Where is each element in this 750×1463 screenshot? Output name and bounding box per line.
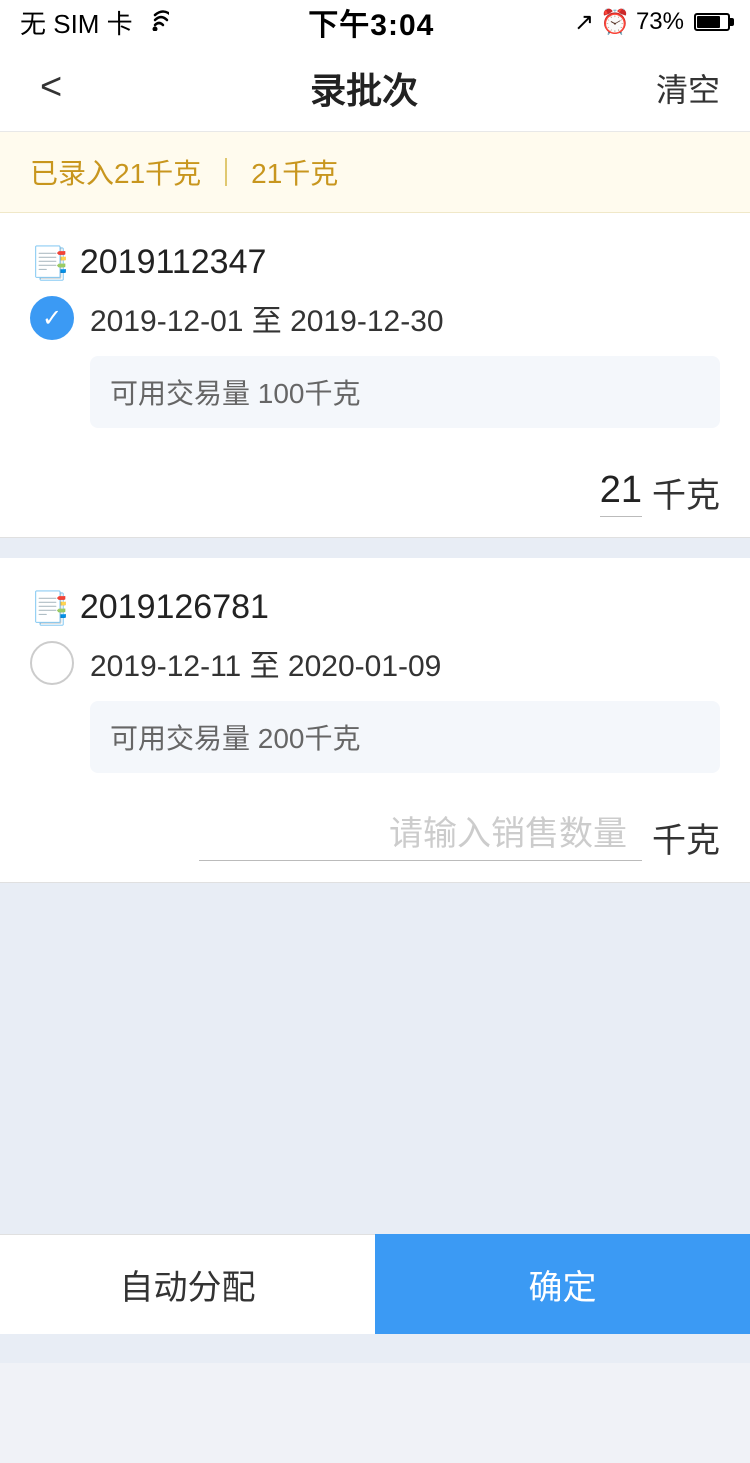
quantity-row-1: 21 千克: [0, 448, 750, 538]
batch-card-1: 📑 2019112347 ✓ 2019-12-01 至 2019-12-30 可…: [0, 213, 750, 448]
alarm-icon: ⏰: [600, 8, 630, 37]
radio-selected-1[interactable]: ✓: [30, 296, 74, 340]
batch-date-1: 2019-12-01 至 2019-12-30: [90, 296, 444, 340]
carrier-text: 无 SIM 卡: [20, 4, 133, 41]
radio-unselected-2[interactable]: [30, 641, 74, 685]
doc-icon-2: 📑: [30, 589, 70, 627]
batch-id-2: 2019126781: [80, 588, 269, 627]
batch-available-2: 可用交易量 200千克: [90, 701, 720, 773]
recorded-label: 已录入21千克: [30, 152, 201, 192]
status-left: 无 SIM 卡: [20, 4, 169, 41]
input-row-2: 千克: [0, 793, 750, 883]
quantity-underline: 21: [600, 469, 642, 517]
batch-date-row-1: ✓ 2019-12-01 至 2019-12-30: [30, 296, 720, 340]
battery-percent: 73%: [636, 8, 684, 36]
doc-icon-1: 📑: [30, 244, 70, 282]
batch-header-1: 📑 2019112347: [30, 243, 720, 282]
clear-button[interactable]: 清空: [656, 65, 720, 111]
quantity-value-1: 21: [600, 469, 642, 512]
page-title: 录批次: [310, 62, 418, 114]
status-bar: 无 SIM 卡 下午3:04 ↗ ⏰ 73%: [0, 0, 750, 44]
location-icon: ↗: [574, 8, 594, 37]
status-right: ↗ ⏰ 73%: [574, 8, 730, 37]
info-divider: [225, 158, 227, 186]
input-wrapper-2: [199, 815, 642, 861]
batch-date-2: 2019-12-11 至 2020-01-09: [90, 641, 441, 685]
checkmark-icon-1: ✓: [42, 304, 62, 333]
info-value: 21千克: [251, 152, 338, 192]
confirm-button[interactable]: 确定: [375, 1234, 750, 1334]
back-button[interactable]: <: [30, 56, 72, 119]
batch-available-1: 可用交易量 100千克: [90, 356, 720, 428]
bottom-bar: 自动分配 确定: [0, 1234, 750, 1334]
nav-bar: < 录批次 清空: [0, 44, 750, 132]
quantity-input-2[interactable]: [199, 815, 642, 854]
status-time: 下午3:04: [308, 0, 434, 44]
batch-id-1: 2019112347: [80, 243, 267, 282]
batch-card-2: 📑 2019126781 2019-12-11 至 2020-01-09 可用交…: [0, 558, 750, 793]
auto-distribute-button[interactable]: 自动分配: [0, 1234, 375, 1334]
input-unit-2: 千克: [652, 813, 720, 862]
battery-icon: [694, 13, 730, 31]
info-bar: 已录入21千克 21千克: [0, 132, 750, 213]
section-separator-1: [0, 538, 750, 558]
quantity-unit-1: 千克: [652, 468, 720, 517]
wifi-icon: [141, 7, 169, 38]
batch-date-row-2: 2019-12-11 至 2020-01-09: [30, 641, 720, 685]
batch-header-2: 📑 2019126781: [30, 588, 720, 627]
